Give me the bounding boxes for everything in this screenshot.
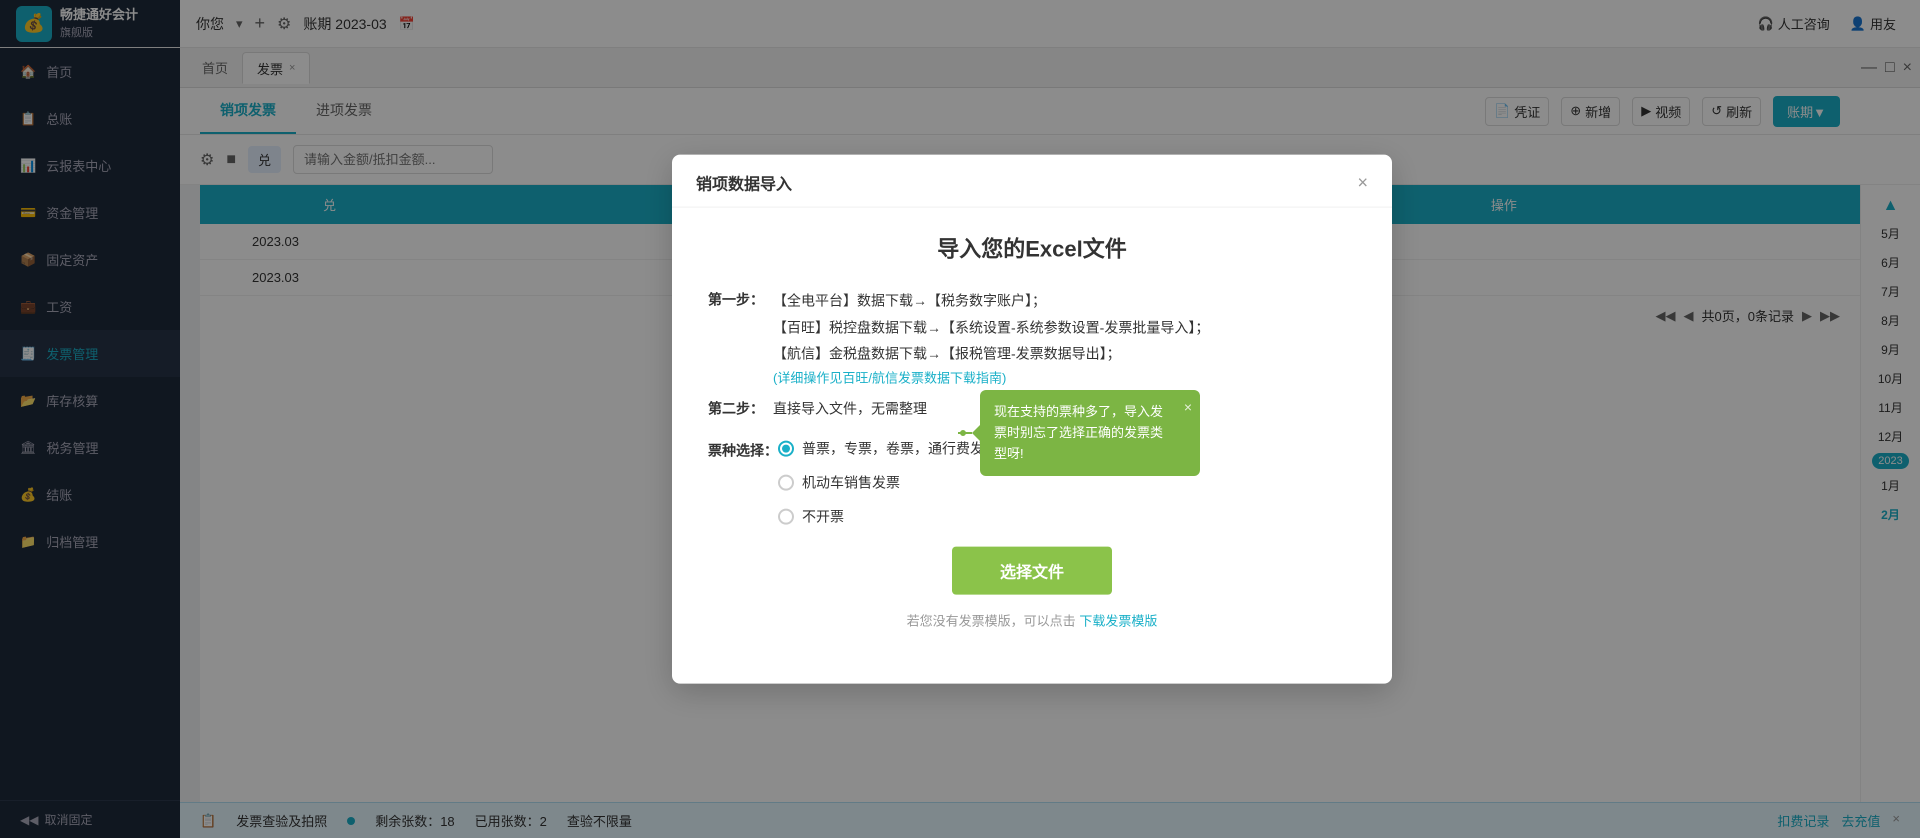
- tooltip-text: 现在支持的票种多了，导入发票时别忘了选择正确的发票类型呀!: [994, 404, 1163, 461]
- dialog-close-button[interactable]: ×: [1357, 172, 1368, 193]
- radio-none-label: 不开票: [802, 506, 844, 526]
- radio-none-circle: [778, 508, 794, 524]
- dialog-main-title: 导入您的Excel文件: [708, 232, 1356, 264]
- ticket-label: 票种选择：: [708, 438, 778, 526]
- step1-guide-link[interactable]: (详细操作见百旺/航信发票数据下载指南): [773, 370, 1006, 385]
- step1-line3: 【航信】金税盘数据下载→【报税管理-发票数据导出】；: [773, 341, 1209, 368]
- step2-label: 第二步：: [708, 398, 773, 418]
- step1-label: 第一步：: [708, 288, 773, 387]
- radio-motor-circle: [778, 474, 794, 490]
- ticket-tooltip: × 现在支持的票种多了，导入发票时别忘了选择正确的发票类型呀!: [980, 390, 1200, 476]
- step2-content: 直接导入文件，无需整理: [773, 398, 927, 418]
- step1-line1: 【全电平台】数据下载→【税务数字账户】；: [773, 288, 1209, 315]
- tooltip-close-icon[interactable]: ×: [1184, 396, 1192, 418]
- select-file-button[interactable]: 选择文件: [952, 546, 1112, 594]
- radio-motor-label: 机动车销售发票: [802, 472, 900, 492]
- dialog-title: 销项数据导入: [696, 171, 792, 195]
- download-template-row: 若您没有发票模版，可以点击 下载发票模版: [708, 610, 1356, 629]
- radio-general-circle: [778, 440, 794, 456]
- download-template-link[interactable]: 下载发票模版: [1079, 613, 1157, 628]
- download-prefix: 若您没有发票模版，可以点击: [907, 613, 1076, 628]
- step1-line2: 【百旺】税控盘数据下载→【系统设置-系统参数设置-发票批量导入】；: [773, 314, 1209, 341]
- radio-none[interactable]: 不开票: [778, 506, 1110, 526]
